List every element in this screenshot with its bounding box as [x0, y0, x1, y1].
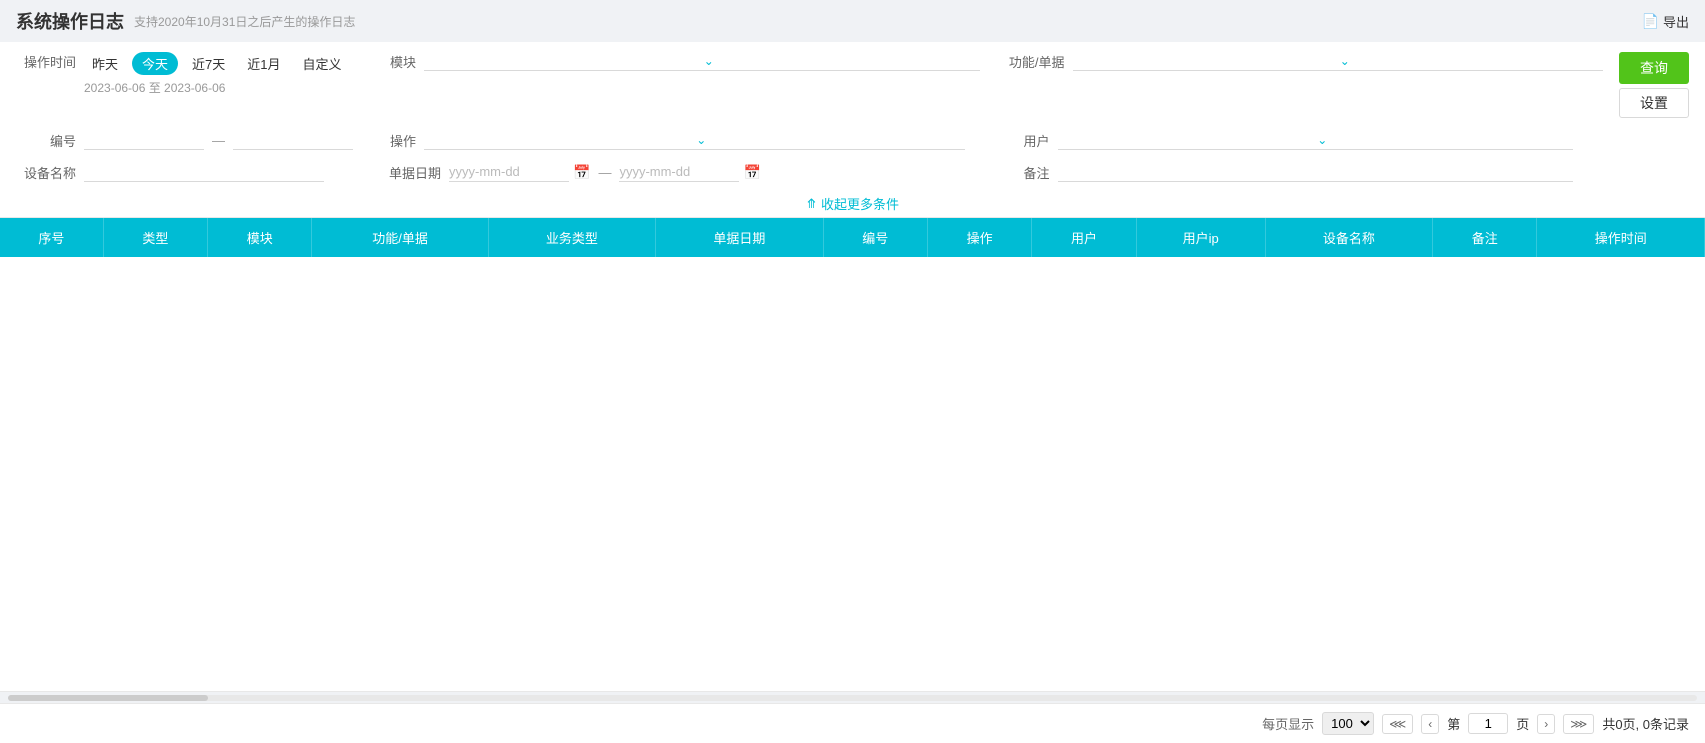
scroll-bar-area[interactable]	[0, 691, 1705, 703]
function-select[interactable]: ⌄	[1073, 52, 1604, 71]
collapse-button[interactable]: ⤊ 收起更多条件	[806, 194, 899, 213]
export-icon: 📄	[1642, 13, 1659, 30]
page-title: 系统操作日志	[16, 8, 124, 34]
time-btn-yesterday[interactable]: 昨天	[84, 52, 126, 75]
page-number-input[interactable]	[1468, 713, 1508, 734]
device-label: 设备名称	[16, 163, 76, 182]
per-page-select[interactable]: 100 50 200	[1322, 712, 1374, 735]
doc-date-dash: —	[598, 165, 611, 180]
pagination-bar: 每页显示 100 50 200 ⋘ ‹ 第 页 › ⋙ 共0页, 0条记录	[0, 703, 1705, 743]
doc-date-label: 单据日期	[376, 163, 441, 182]
number-start-input[interactable]	[84, 130, 204, 150]
user-chevron-icon: ⌄	[1317, 133, 1573, 147]
scroll-thumb	[8, 695, 208, 701]
col-module: 模块	[208, 218, 312, 257]
calendar-start-icon[interactable]: 📅	[573, 164, 590, 181]
col-function: 功能/单据	[312, 218, 488, 257]
time-btn-7days[interactable]: 近7天	[184, 52, 233, 75]
number-end-input[interactable]	[233, 130, 353, 150]
time-range: 2023-06-06 至 2023-06-06	[84, 79, 350, 96]
data-table-container: 序号 类型 模块 功能/单据 业务类型 单据日期 编号 操作 用户 用户ip 设…	[0, 218, 1705, 691]
calendar-end-icon[interactable]: 📅	[743, 164, 760, 181]
function-label: 功能/单据	[1000, 52, 1065, 71]
col-device: 设备名称	[1265, 218, 1432, 257]
remark-input[interactable]	[1058, 162, 1574, 182]
table-header-row: 序号 类型 模块 功能/单据 业务类型 单据日期 编号 操作 用户 用户ip 设…	[0, 218, 1705, 257]
time-label: 操作时间	[16, 52, 76, 71]
col-biz-type: 业务类型	[488, 218, 655, 257]
col-doc-date: 单据日期	[656, 218, 823, 257]
col-operation: 操作	[927, 218, 1031, 257]
col-user: 用户	[1032, 218, 1136, 257]
settings-button[interactable]: 设置	[1619, 88, 1689, 118]
next-page-button[interactable]: ›	[1537, 714, 1555, 734]
module-select[interactable]: ⌄	[424, 52, 980, 71]
user-select[interactable]: ⌄	[1058, 131, 1574, 150]
col-number: 编号	[823, 218, 927, 257]
col-remark: 备注	[1433, 218, 1537, 257]
collapse-icon: ⤊	[806, 196, 817, 212]
query-button[interactable]: 查询	[1619, 52, 1689, 84]
device-input[interactable]	[84, 162, 324, 182]
per-page-label: 每页显示	[1262, 714, 1314, 733]
user-label: 用户	[985, 131, 1050, 150]
scroll-track	[8, 695, 1697, 701]
module-chevron-icon: ⌄	[704, 54, 980, 68]
doc-date-start-input[interactable]	[449, 162, 569, 182]
first-page-button[interactable]: ⋘	[1382, 714, 1413, 734]
page-suffix: 页	[1516, 714, 1529, 733]
prev-page-button[interactable]: ‹	[1421, 714, 1439, 734]
page-label: 第	[1447, 714, 1460, 733]
page-subtitle: 支持2020年10月31日之后产生的操作日志	[134, 13, 355, 30]
col-op-time: 操作时间	[1537, 218, 1705, 257]
data-table: 序号 类型 模块 功能/单据 业务类型 单据日期 编号 操作 用户 用户ip 设…	[0, 218, 1705, 257]
col-user-ip: 用户ip	[1136, 218, 1265, 257]
module-label: 模块	[376, 52, 416, 71]
remark-label: 备注	[985, 163, 1050, 182]
collapse-label: 收起更多条件	[821, 194, 899, 213]
number-label: 编号	[16, 131, 76, 150]
time-btn-custom[interactable]: 自定义	[295, 52, 350, 75]
last-page-button[interactable]: ⋙	[1563, 714, 1594, 734]
export-button[interactable]: 📄 导出	[1642, 12, 1689, 31]
doc-date-end-input[interactable]	[619, 162, 739, 182]
time-btn-1month[interactable]: 近1月	[239, 52, 288, 75]
operation-select[interactable]: ⌄	[424, 131, 965, 150]
total-info: 共0页, 0条记录	[1602, 714, 1689, 733]
export-label: 导出	[1663, 12, 1689, 31]
function-chevron-icon: ⌄	[1340, 54, 1603, 68]
operation-chevron-icon: ⌄	[696, 133, 964, 147]
col-type: 类型	[103, 218, 207, 257]
col-index: 序号	[0, 218, 103, 257]
operation-label: 操作	[376, 131, 416, 150]
number-dash: —	[212, 133, 225, 148]
time-btn-today[interactable]: 今天	[132, 52, 178, 75]
